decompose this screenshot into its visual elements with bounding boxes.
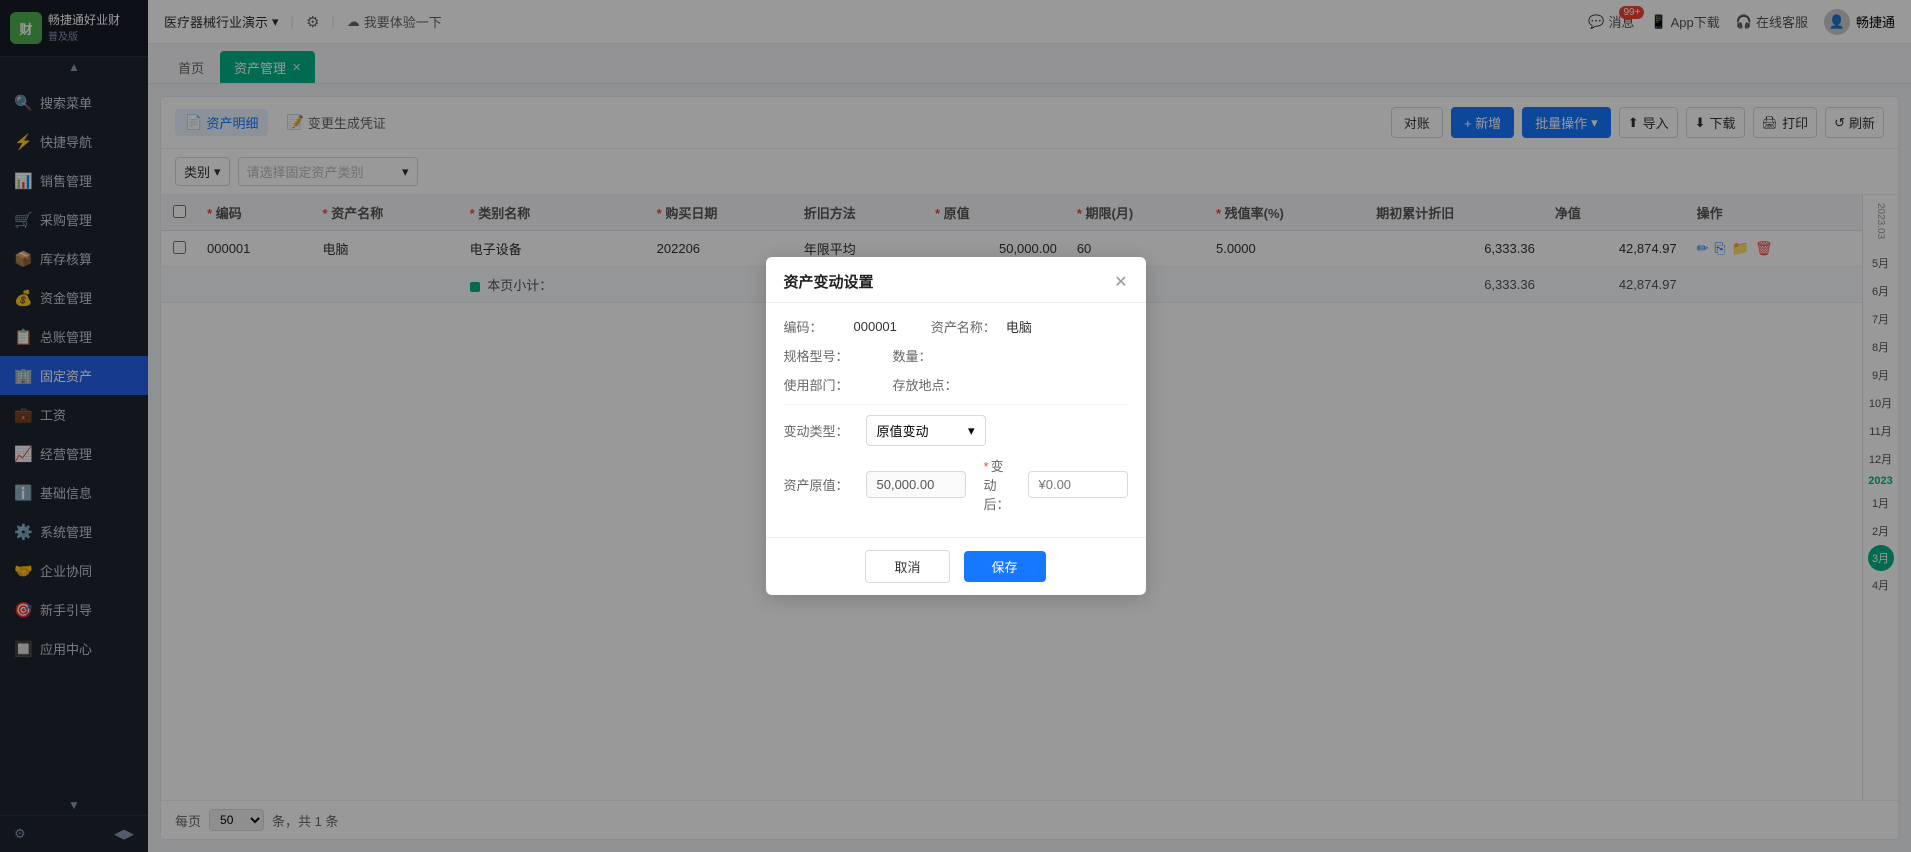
change-type-select[interactable]: 原值变动 ▾ [866, 415, 986, 446]
code-value: 000001 [854, 319, 897, 334]
dialog-title: 资产变动设置 [784, 271, 874, 292]
dialog-row-spec-qty: 规格型号： 数量： [784, 346, 1128, 365]
dialog-row-code-name: 编码： 000001 资产名称： 电脑 [784, 317, 1128, 336]
change-type-value: 原值变动 [877, 421, 929, 440]
asset-value-label: 资产原值： [784, 475, 856, 494]
dialog-header: 资产变动设置 ✕ [766, 257, 1146, 303]
quantity-label: 数量： [893, 346, 953, 365]
change-type-label: 变动类型： [784, 421, 856, 440]
asset-change-dialog: 资产变动设置 ✕ 编码： 000001 资产名称： 电脑 规格型号： 数量： 使… [766, 257, 1146, 595]
dialog-close-button[interactable]: ✕ [1114, 272, 1127, 292]
spec-label: 规格型号： [784, 346, 849, 365]
after-value-input[interactable] [1028, 471, 1128, 498]
save-button[interactable]: 保存 [964, 551, 1046, 582]
name-label: 资产名称： [931, 317, 996, 336]
dialog-value-row: 资产原值： 50,000.00 *变动后： [784, 456, 1128, 513]
asset-original-value: 50,000.00 [866, 471, 966, 498]
chevron-down-icon: ▾ [968, 423, 975, 439]
location-label: 存放地点： [893, 375, 958, 394]
dialog-change-type-row: 变动类型： 原值变动 ▾ [784, 415, 1128, 446]
dialog-body: 编码： 000001 资产名称： 电脑 规格型号： 数量： 使用部门： 存放地点… [766, 303, 1146, 537]
cancel-button[interactable]: 取消 [865, 550, 949, 583]
dept-label: 使用部门： [784, 375, 849, 394]
name-value: 电脑 [1006, 317, 1032, 336]
code-label: 编码： [784, 317, 844, 336]
dialog-row-dept-location: 使用部门： 存放地点： [784, 375, 1128, 394]
dialog-footer: 取消 保存 [766, 537, 1146, 595]
modal-overlay: 资产变动设置 ✕ 编码： 000001 资产名称： 电脑 规格型号： 数量： 使… [0, 0, 1911, 852]
